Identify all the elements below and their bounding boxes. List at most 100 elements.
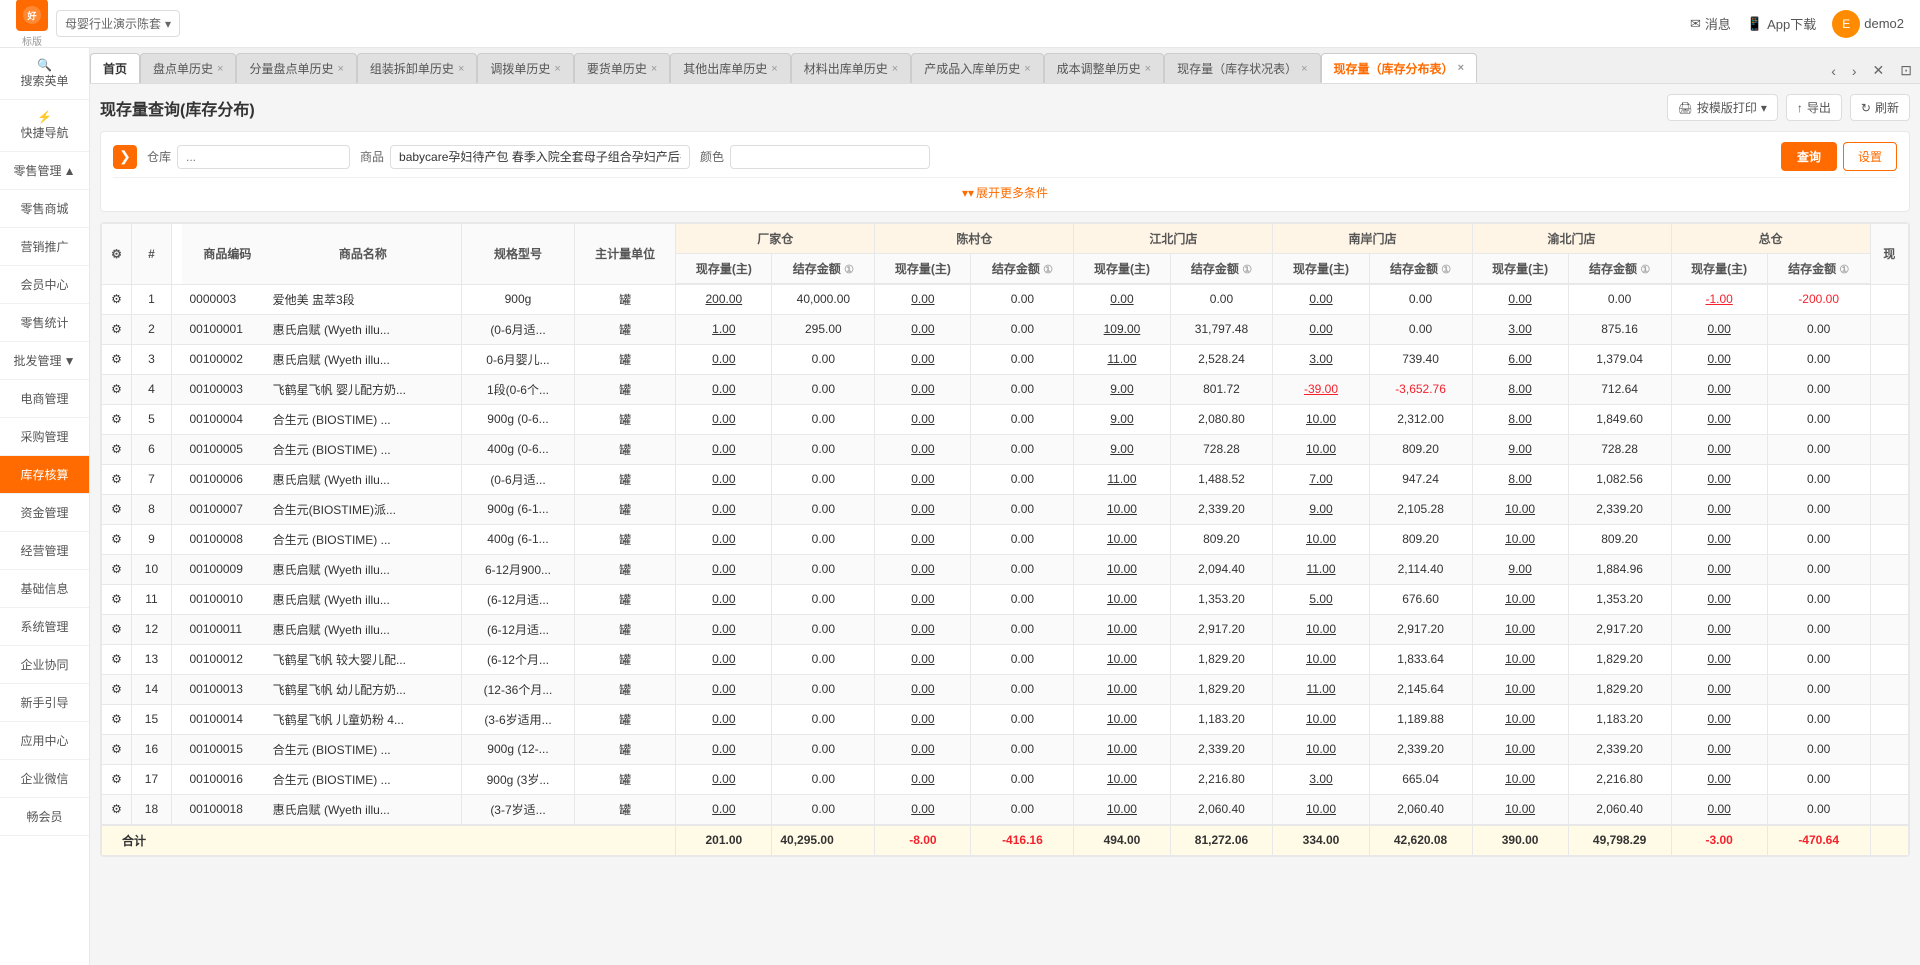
- info-icon[interactable]: ①: [1441, 264, 1451, 276]
- app-download-btn[interactable]: 📱 App下载: [1747, 14, 1816, 33]
- row-wh1-amt: 0.00: [772, 404, 875, 434]
- close-icon[interactable]: ×: [458, 63, 464, 75]
- sidebar-item-finance[interactable]: 资金管理: [0, 494, 89, 532]
- sidebar-item-retail-stats[interactable]: 零售统计: [0, 304, 89, 342]
- sidebar-item-nav[interactable]: ⚡ 快捷导航: [0, 100, 89, 152]
- row-gear[interactable]: ⚙: [102, 464, 132, 494]
- tab-other-out[interactable]: 其他出库单历史 ×: [670, 53, 790, 83]
- row-gear[interactable]: ⚙: [102, 284, 132, 314]
- user-menu[interactable]: E demo2: [1832, 10, 1904, 38]
- row-gear[interactable]: ⚙: [102, 494, 132, 524]
- row-spec: (3-7岁适...: [462, 794, 575, 825]
- row-gear[interactable]: ⚙: [102, 524, 132, 554]
- row-gear[interactable]: ⚙: [102, 554, 132, 584]
- row-wh4-amt: -3,652.76: [1369, 374, 1472, 404]
- color-input[interactable]: [730, 145, 930, 169]
- row-gear[interactable]: ⚙: [102, 584, 132, 614]
- row-gear[interactable]: ⚙: [102, 614, 132, 644]
- goods-input[interactable]: [390, 145, 690, 169]
- sidebar-item-member[interactable]: 会员中心: [0, 266, 89, 304]
- tab-prev-btn[interactable]: ‹: [1823, 59, 1844, 83]
- close-icon[interactable]: ×: [217, 63, 223, 75]
- query-button[interactable]: 查询: [1781, 142, 1837, 171]
- sidebar-item-system[interactable]: 系统管理: [0, 608, 89, 646]
- row-gear[interactable]: ⚙: [102, 404, 132, 434]
- row-wh4-qty: 11.00: [1273, 674, 1369, 704]
- message-btn[interactable]: ✉ 消息: [1690, 14, 1731, 33]
- row-gear[interactable]: ⚙: [102, 764, 132, 794]
- close-icon[interactable]: ×: [651, 63, 657, 75]
- sidebar-item-ops[interactable]: 经营管理: [0, 532, 89, 570]
- sidebar-item-vip[interactable]: 畅会员: [0, 798, 89, 836]
- tab-close-btn[interactable]: ✕: [1865, 58, 1893, 83]
- refresh-btn[interactable]: ↻ 刷新: [1850, 94, 1910, 121]
- row-gear[interactable]: ⚙: [102, 794, 132, 825]
- tab-order[interactable]: 要货单历史 ×: [574, 53, 670, 83]
- row-gear[interactable]: ⚙: [102, 734, 132, 764]
- tab-next-btn[interactable]: ›: [1844, 59, 1865, 83]
- tab-material-out[interactable]: 材料出库单历史 ×: [791, 53, 911, 83]
- info-icon[interactable]: ①: [1839, 264, 1849, 276]
- sidebar-item-ecommerce[interactable]: 电商管理: [0, 380, 89, 418]
- info-icon[interactable]: ①: [1640, 264, 1650, 276]
- table-row: ⚙ 4 00100003 飞鹤星飞帆 婴儿配方奶... 1段(0-6个... 罐…: [102, 374, 1909, 404]
- sidebar-item-guide[interactable]: 新手引导: [0, 684, 89, 722]
- info-icon[interactable]: ①: [1043, 264, 1053, 276]
- setting-button[interactable]: 设置: [1843, 142, 1897, 171]
- close-icon[interactable]: ×: [1145, 63, 1151, 75]
- sidebar-item-apps[interactable]: 应用中心: [0, 722, 89, 760]
- close-icon[interactable]: ×: [1301, 63, 1307, 75]
- org-selector[interactable]: 母婴行业演示陈套 ▾: [56, 10, 180, 37]
- row-wh1-amt: 0.00: [772, 434, 875, 464]
- row-gear[interactable]: ⚙: [102, 434, 132, 464]
- row-total-amt: 0.00: [1767, 794, 1870, 825]
- sidebar-item-wechat[interactable]: 企业微信: [0, 760, 89, 798]
- sidebar-item-base[interactable]: 基础信息: [0, 570, 89, 608]
- sidebar-item-retail-shop[interactable]: 零售商城: [0, 190, 89, 228]
- row-no: 10: [132, 554, 172, 584]
- row-wh3-amt: 2,339.20: [1170, 734, 1273, 764]
- sidebar-item-wholesale[interactable]: 批发管理 ▼: [0, 342, 89, 380]
- row-gear[interactable]: ⚙: [102, 674, 132, 704]
- sidebar-item-corp[interactable]: 企业协同: [0, 646, 89, 684]
- sidebar-item-search[interactable]: 🔍 搜索英单: [0, 48, 89, 100]
- print-btn[interactable]: 🖨 按模版打印 ▾: [1667, 94, 1778, 121]
- warehouse-input[interactable]: [177, 145, 350, 169]
- row-gear[interactable]: ⚙: [102, 344, 132, 374]
- tab-transfer[interactable]: 调拨单历史 ×: [477, 53, 573, 83]
- tab-cost-adjust[interactable]: 成本调整单历史 ×: [1044, 53, 1164, 83]
- sidebar-item-label: 会员中心: [0, 276, 89, 293]
- sidebar-item-retail[interactable]: 零售管理 ▲: [0, 152, 89, 190]
- info-icon[interactable]: ①: [844, 264, 854, 276]
- close-icon[interactable]: ×: [1458, 62, 1464, 74]
- refresh-icon: ↻: [1861, 101, 1871, 115]
- row-gear[interactable]: ⚙: [102, 704, 132, 734]
- close-icon[interactable]: ×: [337, 63, 343, 75]
- tab-inventory-check[interactable]: 盘点单历史 ×: [140, 53, 236, 83]
- filter-toggle-btn[interactable]: ❯: [113, 145, 137, 169]
- tab-stock-dist[interactable]: 现存量（库存分布表） ×: [1321, 53, 1477, 83]
- tab-home[interactable]: 首页: [90, 53, 140, 83]
- row-wh1-qty: 0.00: [676, 734, 772, 764]
- row-unit: 罐: [574, 764, 675, 794]
- close-icon[interactable]: ×: [1024, 63, 1030, 75]
- tab-product-in[interactable]: 产成品入库单历史 ×: [911, 53, 1043, 83]
- sidebar-item-marketing[interactable]: 营销推广: [0, 228, 89, 266]
- tab-branch-inventory[interactable]: 分量盘点单历史 ×: [236, 53, 356, 83]
- expand-btn[interactable]: ▾▾ 展开更多条件: [962, 184, 1048, 201]
- close-icon[interactable]: ×: [771, 63, 777, 75]
- export-btn[interactable]: ↑ 导出: [1786, 94, 1842, 121]
- sidebar-item-inventory[interactable]: 库存核算: [0, 456, 89, 494]
- row-extra: [1870, 704, 1908, 734]
- tab-stock-status[interactable]: 现存量（库存状况表） ×: [1164, 53, 1320, 83]
- info-icon[interactable]: ①: [1242, 264, 1252, 276]
- row-gear[interactable]: ⚙: [102, 314, 132, 344]
- close-icon[interactable]: ×: [892, 63, 898, 75]
- sidebar-item-purchase[interactable]: 采购管理: [0, 418, 89, 456]
- tab-expand-btn[interactable]: ⊡: [1892, 58, 1920, 83]
- row-gear[interactable]: ⚙: [102, 644, 132, 674]
- tab-disassemble[interactable]: 组装拆卸单历史 ×: [357, 53, 477, 83]
- row-gear[interactable]: ⚙: [102, 374, 132, 404]
- print-label: 按模版打印: [1697, 99, 1757, 116]
- close-icon[interactable]: ×: [554, 63, 560, 75]
